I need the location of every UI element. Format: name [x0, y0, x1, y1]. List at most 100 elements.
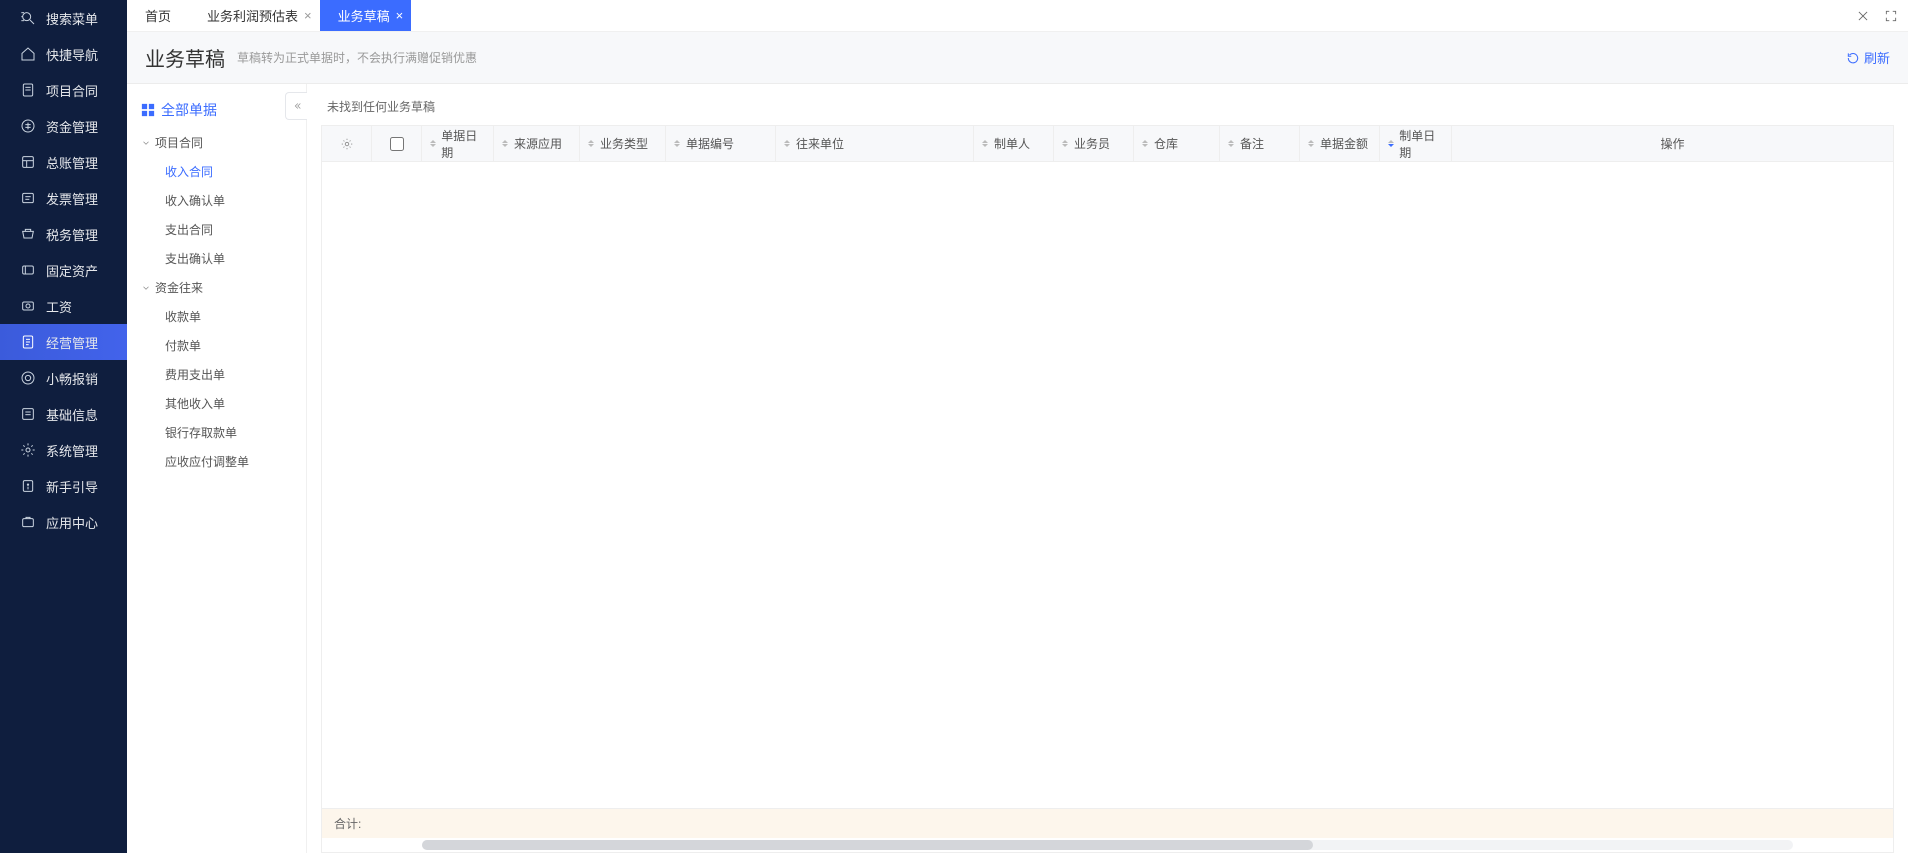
close-all-icon[interactable]: [1854, 7, 1872, 25]
tree-leaf-payment[interactable]: 付款单: [127, 331, 306, 360]
sidebar-item-salary[interactable]: 工资: [0, 288, 127, 324]
tab-home[interactable]: 首页: [127, 0, 189, 31]
refresh-label: 刷新: [1864, 48, 1890, 67]
checkbox-input[interactable]: [390, 137, 404, 151]
sidebar-item-label: 搜索菜单: [46, 9, 98, 28]
col-maker[interactable]: 制单人: [974, 126, 1054, 161]
col-note[interactable]: 备注: [1220, 126, 1300, 161]
sidebar-item-label: 固定资产: [46, 261, 98, 280]
select-all-checkbox[interactable]: [372, 126, 422, 161]
tree-leaf-income-confirm[interactable]: 收入确认单: [127, 186, 306, 215]
sort-icon: [982, 138, 990, 150]
app-center-icon: [20, 514, 36, 530]
guide-icon: [20, 478, 36, 494]
col-number[interactable]: 单据编号: [666, 126, 776, 161]
main-sidebar: 搜索菜单 快捷导航 项目合同 资金管理 总账管理 发票管理 税务管理 固定资产 …: [0, 0, 127, 853]
close-icon[interactable]: ×: [304, 8, 312, 23]
sidebar-item-base-info[interactable]: 基础信息: [0, 396, 127, 432]
empty-message: 未找到任何业务草稿: [321, 94, 1894, 125]
sidebar-item-label: 税务管理: [46, 225, 98, 244]
sort-icon: [784, 138, 792, 150]
sidebar-item-system[interactable]: 系统管理: [0, 432, 127, 468]
horizontal-scrollbar[interactable]: [322, 838, 1893, 852]
sidebar-item-label: 小畅报销: [46, 369, 98, 388]
tree-leaf-bank-deposit[interactable]: 银行存取款单: [127, 418, 306, 447]
tree-all-label: 全部单据: [161, 100, 217, 120]
sidebar-item-guide[interactable]: 新手引导: [0, 468, 127, 504]
sidebar-item-invoice[interactable]: 发票管理: [0, 180, 127, 216]
sort-icon: [430, 138, 437, 150]
tree-leaf-other-income[interactable]: 其他收入单: [127, 389, 306, 418]
col-party[interactable]: 往来单位: [776, 126, 974, 161]
ledger-icon: [20, 154, 36, 170]
col-amount[interactable]: 单据金额: [1300, 126, 1380, 161]
col-label: 业务类型: [600, 135, 648, 152]
col-date[interactable]: 单据日期: [422, 126, 494, 161]
footer-total-label: 合计:: [334, 815, 361, 832]
sidebar-item-label: 项目合同: [46, 81, 98, 100]
base-info-icon: [20, 406, 36, 422]
col-label: 业务员: [1074, 135, 1110, 152]
scrollbar-thumb[interactable]: [422, 840, 1313, 850]
tree-leaf-income-contract[interactable]: 收入合同: [127, 157, 306, 186]
tree-leaf-expense-confirm[interactable]: 支出确认单: [127, 244, 306, 273]
tab-actions: [1854, 0, 1908, 31]
sidebar-item-operations[interactable]: 经营管理: [0, 324, 127, 360]
tree-all-button[interactable]: 全部单据: [127, 92, 306, 128]
collapse-tree-button[interactable]: [285, 92, 307, 120]
sidebar-item-project-contract[interactable]: 项目合同: [0, 72, 127, 108]
column-settings-button[interactable]: [322, 126, 372, 161]
col-source[interactable]: 来源应用: [494, 126, 580, 161]
tree-leaf-expense-contract[interactable]: 支出合同: [127, 215, 306, 244]
tab-profit-estimate[interactable]: 业务利润预估表×: [189, 0, 320, 31]
sidebar-item-label: 快捷导航: [46, 45, 98, 64]
operations-icon: [20, 334, 36, 350]
sidebar-item-quick-nav[interactable]: 快捷导航: [0, 36, 127, 72]
sidebar-item-fixed-asset[interactable]: 固定资产: [0, 252, 127, 288]
tab-business-draft[interactable]: 业务草稿×: [320, 0, 412, 31]
page-title: 业务草稿: [145, 43, 225, 72]
sidebar-item-label: 工资: [46, 297, 72, 316]
tree-leaf-receipt[interactable]: 收款单: [127, 302, 306, 331]
sidebar-item-tax[interactable]: 税务管理: [0, 216, 127, 252]
sort-icon: [1228, 138, 1236, 150]
sidebar-item-fund-mgmt[interactable]: 资金管理: [0, 108, 127, 144]
close-icon[interactable]: ×: [396, 8, 404, 23]
document-icon: [20, 82, 36, 98]
tree-group-fund-transfer[interactable]: 资金往来: [127, 273, 306, 302]
col-operate: 操作: [1452, 126, 1893, 161]
col-warehouse[interactable]: 仓库: [1134, 126, 1220, 161]
asset-icon: [20, 262, 36, 278]
table-footer: 合计:: [322, 808, 1893, 838]
sidebar-item-label: 新手引导: [46, 477, 98, 496]
fullscreen-icon[interactable]: [1882, 7, 1900, 25]
sort-icon: [1062, 138, 1070, 150]
col-type[interactable]: 业务类型: [580, 126, 666, 161]
sidebar-item-label: 基础信息: [46, 405, 98, 424]
money-icon: [20, 118, 36, 134]
search-icon: [20, 10, 36, 26]
refresh-button[interactable]: 刷新: [1846, 48, 1890, 67]
sidebar-item-app-center[interactable]: 应用中心: [0, 504, 127, 540]
col-label: 仓库: [1154, 135, 1178, 152]
sort-icon: [588, 138, 596, 150]
tree-leaf-ar-ap-adjust[interactable]: 应收应付调整单: [127, 447, 306, 476]
tab-bar: 首页 业务利润预估表× 业务草稿×: [127, 0, 1908, 32]
sort-icon: [1142, 138, 1150, 150]
col-label: 制单人: [994, 135, 1030, 152]
tax-icon: [20, 226, 36, 242]
col-sales[interactable]: 业务员: [1054, 126, 1134, 161]
tree-group-project-contract[interactable]: 项目合同: [127, 128, 306, 157]
sidebar-item-label: 经营管理: [46, 333, 98, 352]
sidebar-item-reimburse[interactable]: 小畅报销: [0, 360, 127, 396]
sidebar-item-search-menu[interactable]: 搜索菜单: [0, 0, 127, 36]
tree-leaf-expense-slip[interactable]: 费用支出单: [127, 360, 306, 389]
chevron-down-icon: [141, 138, 151, 148]
sidebar-item-label: 应用中心: [46, 513, 98, 532]
sidebar-item-ledger[interactable]: 总账管理: [0, 144, 127, 180]
col-make-date[interactable]: 制单日期: [1380, 126, 1452, 161]
col-label: 制单日期: [1399, 127, 1443, 161]
col-label: 往来单位: [796, 135, 844, 152]
table-header: 单据日期 来源应用 业务类型 单据编号 往来单位 制单人 业务员 仓库 备注 单…: [322, 126, 1893, 162]
col-label: 单据日期: [441, 127, 485, 161]
